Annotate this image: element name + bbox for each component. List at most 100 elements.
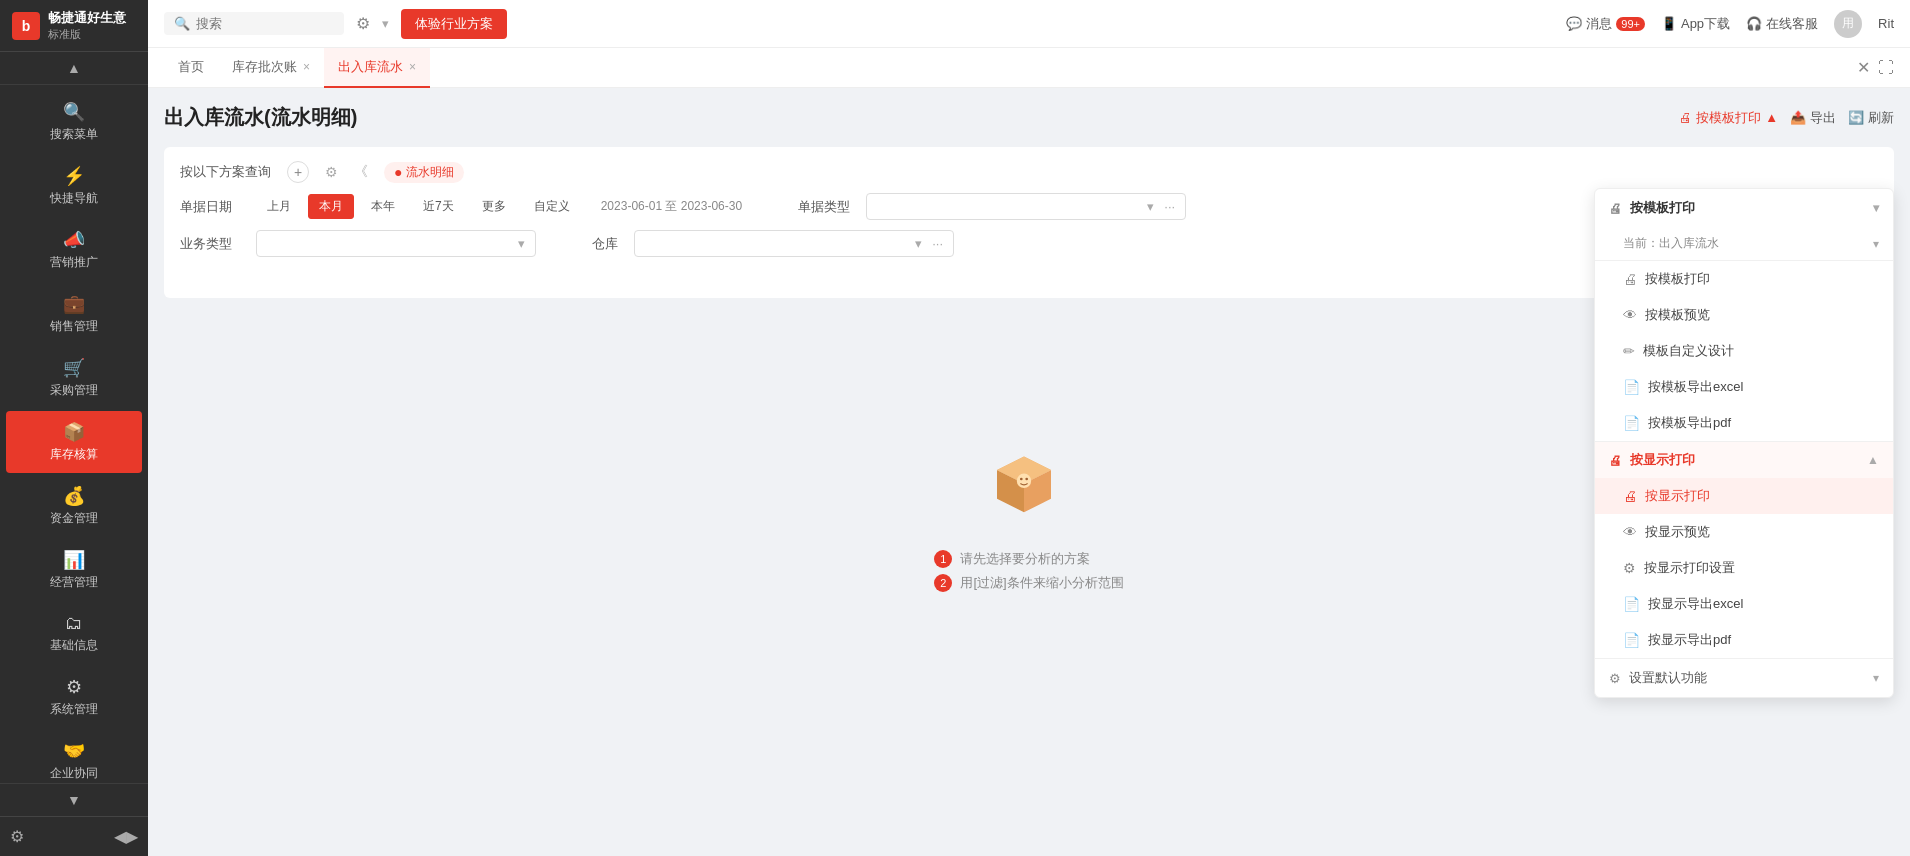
online-service-button[interactable]: 🎧 在线客服 bbox=[1746, 15, 1818, 33]
print-template-button[interactable]: 🖨 按模板打印 ▲ bbox=[1679, 109, 1778, 127]
template-print-header-icon: 🖨 bbox=[1609, 201, 1622, 216]
sidebar-item-quick-nav[interactable]: ⚡ 快捷导航 bbox=[6, 155, 142, 217]
sidebar-item-purchase[interactable]: 🛒 采购管理 bbox=[6, 347, 142, 409]
warehouse-select[interactable]: ▾ ··· bbox=[634, 230, 954, 257]
template-preview-label: 按模板预览 bbox=[1645, 306, 1710, 324]
tab-flow-close[interactable]: × bbox=[409, 60, 416, 74]
industry-solution-button[interactable]: 体验行业方案 bbox=[401, 9, 507, 39]
sidebar-item-system[interactable]: ⚙ 系统管理 bbox=[6, 666, 142, 728]
sidebar-item-label: 营销推广 bbox=[50, 254, 98, 271]
biz-type-select[interactable]: ▾ bbox=[256, 230, 536, 257]
dropdown-footer[interactable]: ⚙ 设置默认功能 ▾ bbox=[1595, 659, 1893, 697]
filter-settings-button[interactable]: ⚙ bbox=[325, 164, 338, 180]
sidebar-logo: b 畅捷通好生意 标准版 bbox=[0, 0, 148, 52]
step-1-label: 请先选择要分析的方案 bbox=[960, 550, 1090, 568]
user-avatar[interactable]: 用 bbox=[1834, 10, 1862, 38]
display-print-header[interactable]: 🖨 按显示打印 ▲ bbox=[1595, 442, 1893, 478]
filter-date-last-7-days[interactable]: 近7天 bbox=[412, 194, 465, 219]
refresh-button[interactable]: 🔄 刷新 bbox=[1848, 109, 1894, 127]
filter-add-button[interactable]: + bbox=[287, 161, 309, 183]
tab-home-label: 首页 bbox=[178, 58, 204, 76]
doc-type-more[interactable]: ··· bbox=[1164, 199, 1175, 214]
sidebar-item-marketing[interactable]: 📣 营销推广 bbox=[6, 219, 142, 281]
date-range-display: 2023-06-01 至 2023-06-30 bbox=[601, 198, 742, 215]
topbar-search-box[interactable]: 🔍 bbox=[164, 12, 344, 35]
tab-batch-account[interactable]: 库存批次账 × bbox=[218, 48, 324, 88]
sidebar-scroll-down[interactable]: ▼ bbox=[63, 788, 85, 812]
display-preview-item[interactable]: 👁 按显示预览 bbox=[1595, 514, 1893, 550]
tab-home[interactable]: 首页 bbox=[164, 48, 218, 88]
app-download-icon: 📱 bbox=[1661, 16, 1677, 31]
sidebar-item-enterprise[interactable]: 🤝 企业协同 bbox=[6, 730, 142, 783]
date-label: 单据日期 bbox=[180, 198, 240, 216]
template-export-pdf-item[interactable]: 📄 按模板导出pdf bbox=[1595, 405, 1893, 441]
display-print-item[interactable]: 🖨 按显示打印 bbox=[1595, 478, 1893, 514]
step-num-1: 1 bbox=[934, 550, 952, 568]
page-content: 出入库流水(流水明细) 🖨 按模板打印 ▲ 📤 导出 🔄 刷新 bbox=[148, 88, 1910, 856]
sidebar-item-search[interactable]: 🔍 搜索菜单 bbox=[6, 91, 142, 153]
tab-batch-account-label: 库存批次账 bbox=[232, 58, 297, 76]
filter-tag-flow[interactable]: ● 流水明细 bbox=[384, 162, 464, 183]
filter-date-custom[interactable]: 自定义 bbox=[523, 194, 581, 219]
sidebar-item-basic[interactable]: 🗂 基础信息 bbox=[6, 603, 142, 664]
sidebar-item-inventory[interactable]: 📦 库存核算 bbox=[6, 411, 142, 473]
topbar-dropdown-icon[interactable]: ▾ bbox=[382, 16, 389, 31]
template-custom-item[interactable]: ✏ 模板自定义设计 bbox=[1595, 333, 1893, 369]
display-preview-icon: 👁 bbox=[1623, 524, 1637, 540]
svg-point-4 bbox=[1017, 474, 1031, 488]
finance-icon: 💰 bbox=[63, 485, 85, 507]
display-print-arrow: ▲ bbox=[1867, 453, 1879, 467]
filter-date-last-month[interactable]: 上月 bbox=[256, 194, 302, 219]
sidebar-nav: 🔍 搜索菜单 ⚡ 快捷导航 📣 营销推广 💼 销售管理 🛒 采购管理 📦 库存核… bbox=[0, 85, 148, 783]
messages-button[interactable]: 💬 消息 99+ bbox=[1566, 15, 1645, 33]
print-template-label: 按模板打印 bbox=[1696, 109, 1761, 127]
footer-collapse-icon[interactable]: ◀▶ bbox=[114, 827, 138, 846]
template-print-item-label: 按模板打印 bbox=[1645, 270, 1710, 288]
filter-date-more[interactable]: 更多 bbox=[471, 194, 517, 219]
sidebar-item-finance[interactable]: 💰 资金管理 bbox=[6, 475, 142, 537]
filter-collapse-button[interactable]: 《 bbox=[354, 163, 368, 181]
user-name: Rit bbox=[1878, 16, 1894, 31]
sidebar-item-operation[interactable]: 📊 经营管理 bbox=[6, 539, 142, 601]
tab-close-window-icon[interactable]: ✕ bbox=[1857, 58, 1870, 77]
filter-date-tabs: 上月 本月 本年 近7天 更多 自定义 bbox=[256, 194, 581, 219]
sidebar-item-sales[interactable]: 💼 销售管理 bbox=[6, 283, 142, 345]
app-download-button[interactable]: 📱 App下载 bbox=[1661, 15, 1730, 33]
filter-tag-label: 流水明细 bbox=[406, 164, 454, 181]
sidebar-footer: ⚙ ◀▶ bbox=[0, 816, 148, 856]
display-export-pdf-label: 按显示导出pdf bbox=[1648, 631, 1731, 649]
svg-point-6 bbox=[1025, 478, 1028, 481]
display-print-settings-icon: ⚙ bbox=[1623, 560, 1636, 576]
template-print-header[interactable]: 🖨 按模板打印 ▾ bbox=[1595, 189, 1893, 227]
tab-maximize-icon[interactable]: ⛶ bbox=[1878, 59, 1894, 77]
display-export-pdf-item[interactable]: 📄 按显示导出pdf bbox=[1595, 622, 1893, 658]
template-custom-icon: ✏ bbox=[1623, 343, 1635, 359]
filter-date-current-month[interactable]: 本月 bbox=[308, 194, 354, 219]
topbar-gear-icon[interactable]: ⚙ bbox=[356, 14, 370, 33]
display-print-settings-item[interactable]: ⚙ 按显示打印设置 bbox=[1595, 550, 1893, 586]
export-label: 导出 bbox=[1810, 109, 1836, 127]
template-preview-item[interactable]: 👁 按模板预览 bbox=[1595, 297, 1893, 333]
export-button[interactable]: 📤 导出 bbox=[1790, 109, 1836, 127]
step-num-2: 2 bbox=[934, 574, 952, 592]
step-2-label: 用[过滤]条件来缩小分析范围 bbox=[960, 574, 1123, 592]
tab-flow[interactable]: 出入库流水 × bbox=[324, 48, 430, 88]
sidebar: b 畅捷通好生意 标准版 ▲ 🔍 搜索菜单 ⚡ 快捷导航 📣 营销推广 💼 销售… bbox=[0, 0, 148, 856]
template-export-excel-label: 按模板导出excel bbox=[1648, 378, 1743, 396]
footer-settings-icon[interactable]: ⚙ bbox=[10, 827, 24, 846]
app-download-label: App下载 bbox=[1681, 15, 1730, 33]
display-export-excel-item[interactable]: 📄 按显示导出excel bbox=[1595, 586, 1893, 622]
warehouse-more[interactable]: ··· bbox=[932, 236, 943, 251]
template-export-excel-item[interactable]: 📄 按模板导出excel bbox=[1595, 369, 1893, 405]
template-export-excel-icon: 📄 bbox=[1623, 379, 1640, 395]
page-title: 出入库流水(流水明细) bbox=[164, 104, 357, 131]
filter-date-this-year[interactable]: 本年 bbox=[360, 194, 406, 219]
template-print-item[interactable]: 🖨 按模板打印 bbox=[1595, 261, 1893, 297]
sidebar-item-label: 搜索菜单 bbox=[50, 126, 98, 143]
display-print-header-label: 按显示打印 bbox=[1630, 451, 1695, 469]
search-icon: 🔍 bbox=[63, 101, 85, 123]
sidebar-scroll-up[interactable]: ▲ bbox=[63, 56, 85, 80]
tab-batch-account-close[interactable]: × bbox=[303, 60, 310, 74]
doc-type-select[interactable]: ▾ ··· bbox=[866, 193, 1186, 220]
search-input[interactable] bbox=[196, 16, 296, 31]
